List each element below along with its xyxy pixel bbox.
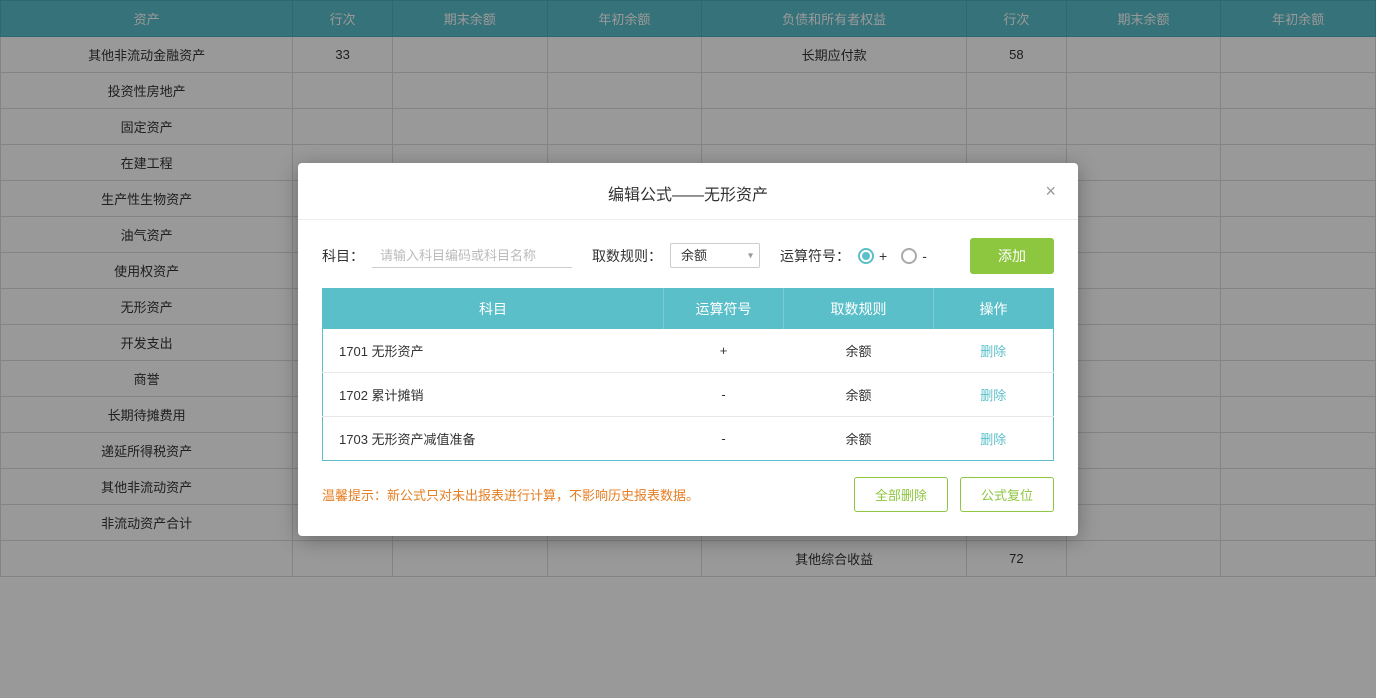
hint-text: 温馨提示：新公式只对未出报表进行计算，不影响历史报表数据。 [322,485,699,504]
cell-subject-2: 1702 累计摊销 [323,372,664,416]
modal-footer: 温馨提示：新公式只对未出报表进行计算，不影响历史报表数据。 全部删除 公式复位 [298,461,1078,516]
delete-button-1[interactable]: 删除 [980,344,1006,359]
radio-circle-minus [901,248,917,264]
rule-label: 取数规则： [592,246,662,266]
data-table-wrap: 科目 运算符号 取数规则 操作 1701 无形资产 + 余额 删除 [298,288,1078,461]
table-header-row: 科目 运算符号 取数规则 操作 [323,288,1054,329]
operator-label: 运算符号： [780,246,850,266]
cell-rule-3: 余额 [784,416,934,460]
table-row: 1703 无形资产减值准备 - 余额 删除 [323,416,1054,460]
subject-field-group: 科目： [322,244,572,268]
subject-label: 科目： [322,246,364,266]
add-button[interactable]: 添加 [970,238,1054,274]
modal-header: 编辑公式——无形资产 × [298,163,1078,220]
cell-operator-2: - [664,372,784,416]
radio-circle-plus [858,248,874,264]
cell-rule-1: 余额 [784,329,934,373]
cell-rule-2: 余额 [784,372,934,416]
cell-subject-3: 1703 无形资产减值准备 [323,416,664,460]
radio-minus[interactable]: - [901,248,927,264]
th-rule: 取数规则 [784,288,934,329]
delete-button-2[interactable]: 删除 [980,388,1006,403]
modal-dialog: 编辑公式——无形资产 × 科目： 取数规则： 余额 借方余额 贷方余额 本期借方… [298,163,1078,536]
delete-all-button[interactable]: 全部删除 [854,477,948,512]
reset-formula-button[interactable]: 公式复位 [960,477,1054,512]
close-button[interactable]: × [1039,178,1062,204]
radio-plus-label: + [879,248,887,264]
form-row: 科目： 取数规则： 余额 借方余额 贷方余额 本期借方 本期贷方 ▾ [298,220,1078,288]
modal-overlay: 编辑公式——无形资产 × 科目： 取数规则： 余额 借方余额 贷方余额 本期借方… [0,0,1376,698]
table-row: 1701 无形资产 + 余额 删除 [323,329,1054,373]
th-operator: 运算符号 [664,288,784,329]
operator-field-group: 运算符号： + - [780,246,927,266]
footer-actions: 全部删除 公式复位 [854,477,1054,512]
rule-select-wrap: 余额 借方余额 贷方余额 本期借方 本期贷方 ▾ [670,243,760,268]
cell-action-1: 删除 [934,329,1054,373]
delete-button-3[interactable]: 删除 [980,432,1006,447]
modal-title: 编辑公式——无形资产 [608,187,768,204]
radio-group: + - [858,248,927,264]
th-action: 操作 [934,288,1054,329]
cell-operator-1: + [664,329,784,373]
cell-action-3: 删除 [934,416,1054,460]
radio-minus-label: - [922,248,927,264]
rule-field-group: 取数规则： 余额 借方余额 贷方余额 本期借方 本期贷方 ▾ [592,243,760,268]
table-row: 1702 累计摊销 - 余额 删除 [323,372,1054,416]
subject-input[interactable] [372,244,572,268]
radio-plus[interactable]: + [858,248,887,264]
th-subject: 科目 [323,288,664,329]
cell-action-2: 删除 [934,372,1054,416]
cell-operator-3: - [664,416,784,460]
data-table: 科目 运算符号 取数规则 操作 1701 无形资产 + 余额 删除 [322,288,1054,461]
cell-subject-1: 1701 无形资产 [323,329,664,373]
rule-select[interactable]: 余额 借方余额 贷方余额 本期借方 本期贷方 [670,243,760,268]
